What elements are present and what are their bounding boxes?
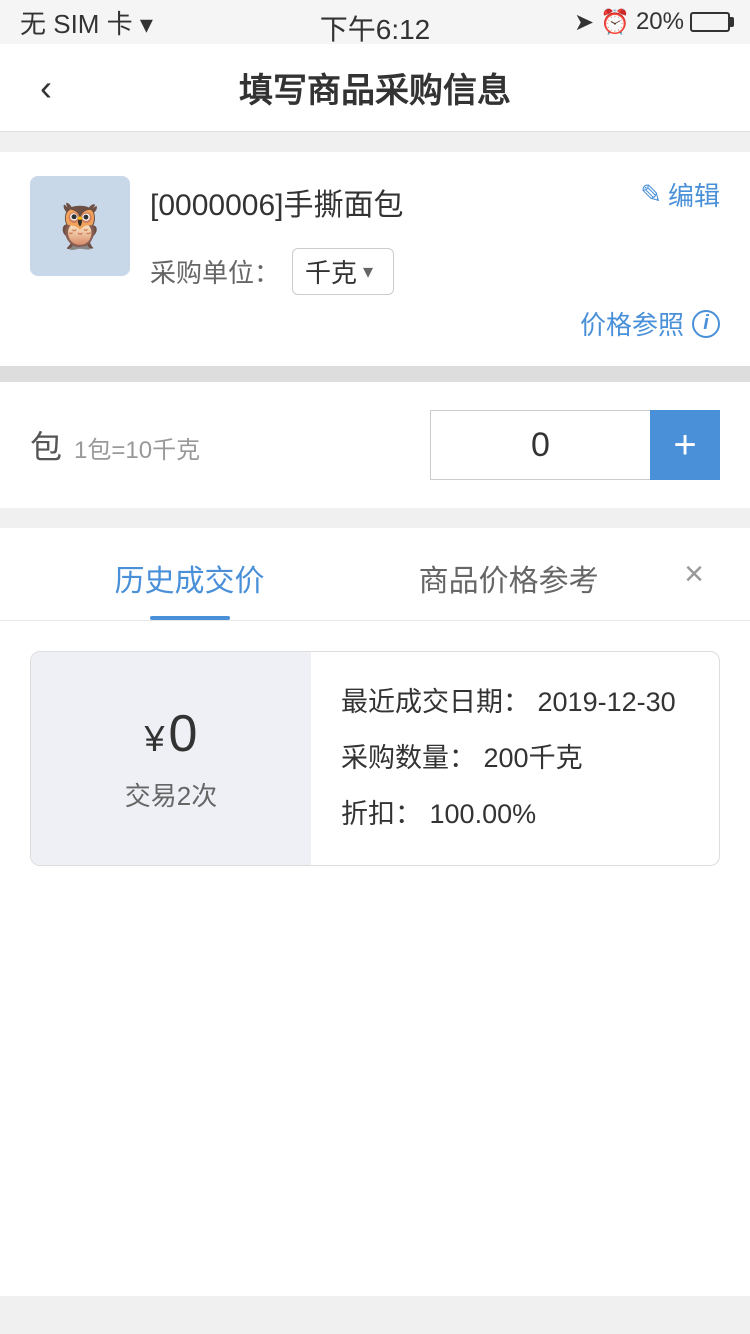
trades-count: 交易2次: [125, 776, 217, 813]
status-right: ➤ ⏰ 20%: [574, 8, 730, 37]
section-divider: [0, 366, 750, 382]
edit-button[interactable]: ✎ 编辑: [640, 176, 720, 213]
product-thumbnail: 🦉: [30, 176, 130, 276]
discount-value: 100.00%: [430, 799, 537, 829]
history-card: ¥ 0 交易2次 最近成交日期： 2019-12-30 采购数量： 200千克 …: [30, 651, 720, 866]
quantity-unit: 包: [30, 422, 62, 468]
quantity-input-group: +: [430, 410, 720, 480]
quantity-plus-button[interactable]: +: [650, 410, 720, 480]
product-header: 🦉 [0000006]手撕面包 采购单位： 千克 ▾ ✎ 编辑: [30, 176, 720, 295]
history-section: ¥ 0 交易2次 最近成交日期： 2019-12-30 采购数量： 200千克 …: [0, 621, 750, 896]
nav-bar: ‹ 填写商品采购信息: [0, 44, 750, 132]
back-button[interactable]: ‹: [30, 57, 62, 119]
signal-label: 无 SIM 卡 ▾: [20, 4, 153, 41]
price-yen-symbol: ¥: [145, 718, 165, 760]
tab-price-reference[interactable]: 商品价格参考: [349, 528, 668, 620]
last-date-label: 最近成交日期：: [341, 687, 530, 717]
quantity-hint: 1包=10千克: [74, 430, 200, 465]
tab-close-button[interactable]: ×: [668, 545, 720, 604]
page-title: 填写商品采购信息: [239, 63, 511, 112]
product-thumb-icon: 🦉: [53, 200, 108, 252]
history-price-panel: ¥ 0 交易2次: [31, 652, 311, 865]
status-bar: 无 SIM 卡 ▾ 下午6:12 ➤ ⏰ 20%: [0, 0, 750, 44]
tab-bar: 历史成交价 商品价格参考 ×: [0, 528, 750, 621]
discount-label: 折扣：: [341, 799, 422, 829]
price-ref-row: 价格参照 i: [30, 305, 720, 342]
quantity-input[interactable]: [430, 410, 650, 480]
product-left: 🦉 [0000006]手撕面包 采购单位： 千克 ▾: [30, 176, 403, 295]
edit-icon: ✎: [640, 179, 662, 210]
purchase-quantity-value: 200千克: [484, 743, 583, 773]
quantity-label-group: 包 1包=10千克: [30, 422, 200, 468]
product-name: [0000006]手撕面包: [150, 180, 403, 224]
discount-row: 折扣： 100.00%: [341, 796, 689, 834]
time-label: 下午6:12: [320, 8, 431, 48]
quantity-row: 包 1包=10千克 +: [0, 382, 750, 508]
page-fill: [0, 896, 750, 1296]
unit-dropdown-arrow: ▾: [363, 259, 373, 284]
purchase-quantity-row: 采购数量： 200千克: [341, 740, 689, 778]
history-price-value: ¥ 0: [145, 704, 198, 764]
battery-icon: [690, 12, 730, 32]
last-date-row: 最近成交日期： 2019-12-30: [341, 684, 689, 722]
purchase-quantity-label: 采购数量：: [341, 743, 476, 773]
price-ref-info-icon[interactable]: i: [692, 310, 720, 338]
price-number: 0: [169, 704, 198, 764]
history-detail-panel: 最近成交日期： 2019-12-30 采购数量： 200千克 折扣： 100.0…: [311, 652, 719, 865]
location-icon: ➤: [574, 8, 594, 37]
product-unit-row: 采购单位： 千克 ▾: [150, 248, 403, 295]
tab-underline: [150, 616, 230, 620]
alarm-icon: ⏰: [600, 8, 630, 37]
unit-label: 采购单位：: [150, 253, 280, 290]
product-card: 🦉 [0000006]手撕面包 采购单位： 千克 ▾ ✎ 编辑 价格参照: [0, 152, 750, 366]
tab-history-price[interactable]: 历史成交价: [30, 528, 349, 620]
unit-select[interactable]: 千克 ▾: [292, 248, 394, 295]
price-ref-button[interactable]: 价格参照: [580, 305, 684, 342]
battery-percent: 20%: [636, 8, 684, 36]
product-info: [0000006]手撕面包 采购单位： 千克 ▾: [150, 176, 403, 295]
last-date-value: 2019-12-30: [538, 687, 676, 717]
